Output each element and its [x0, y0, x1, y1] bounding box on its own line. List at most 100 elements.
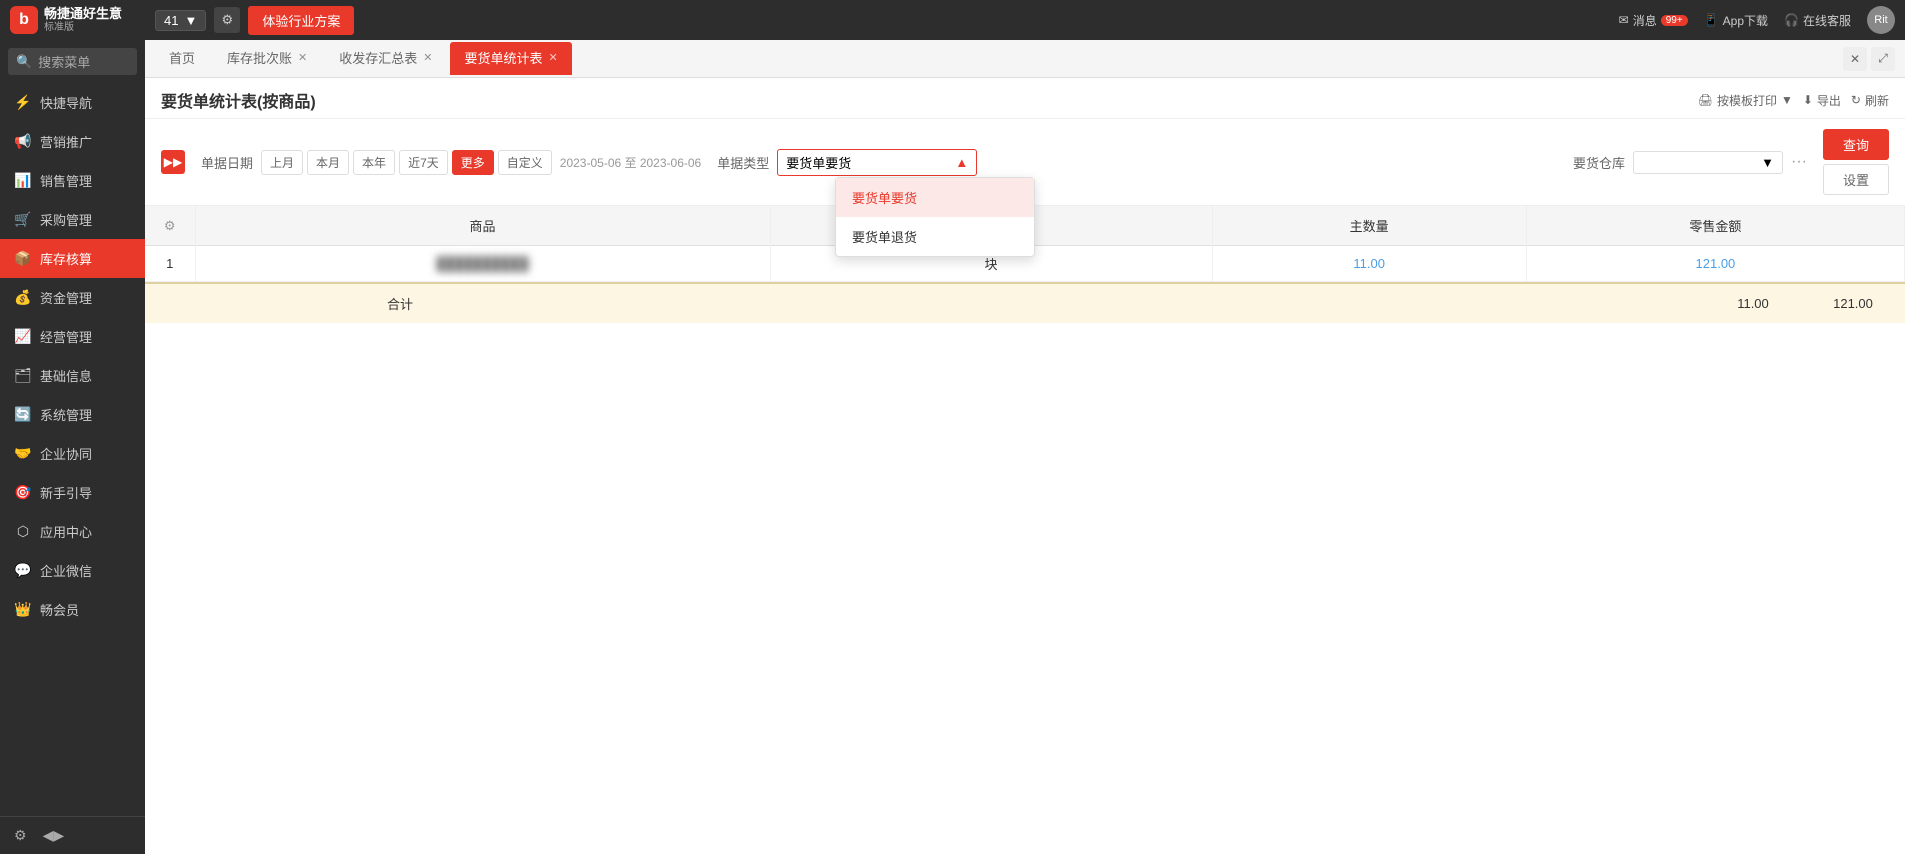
sidebar-item-label: 企业微信 [40, 561, 92, 580]
tab-receipt-summary[interactable]: 收发存汇总表 ✕ [325, 42, 446, 75]
sidebar-item-purchase[interactable]: 🛒 采购管理 [0, 200, 145, 239]
sidebar-item-label: 企业协同 [40, 444, 92, 463]
table-col-product: 商品 [195, 206, 770, 246]
expand-filter-button[interactable]: ▶▶ [161, 150, 185, 174]
settings-button[interactable]: ⚙ [214, 7, 240, 33]
marketing-icon: 📢 [14, 133, 32, 150]
sales-icon: 📊 [14, 172, 32, 189]
sidebar-item-label: 快捷导航 [40, 93, 92, 112]
top-header: b 畅捷通好生意 标准版 41 ▼ ⚙ 体验行业方案 ✉ 消息 99+ 📱 Ap… [0, 0, 1905, 40]
avatar[interactable]: Rit [1867, 6, 1895, 34]
export-icon: ⬇ [1803, 93, 1813, 107]
table-col-settings[interactable]: ⚙ [145, 206, 195, 246]
search-label: 搜索菜单 [38, 52, 90, 71]
top-center: 41 ▼ ⚙ 体验行业方案 [155, 6, 1619, 35]
footer-label: 合计 [157, 294, 413, 313]
refresh-icon: ↻ [1851, 93, 1861, 107]
chevron-down-icon: ▼ [1781, 93, 1793, 107]
sidebar-item-label: 采购管理 [40, 210, 92, 229]
type-dropdown: 要货单要货 要货单退货 [835, 177, 1035, 257]
sidebar-item-app-center[interactable]: ⬡ 应用中心 [0, 512, 145, 551]
search-icon: 🔍 [16, 54, 32, 70]
date-custom-label[interactable]: 自定义 [498, 150, 552, 175]
sidebar-item-basic-info[interactable]: 🗂 基础信息 [0, 356, 145, 395]
sidebar-item-label: 新手引导 [40, 483, 92, 502]
set-button[interactable]: 设置 [1823, 164, 1889, 195]
date-btn-more[interactable]: 更多 [452, 150, 494, 175]
tabs-controls: ✕ ⤢ [1843, 47, 1895, 71]
dropdown-item-1[interactable]: 要货单退货 [836, 217, 1034, 256]
sidebar-search-button[interactable]: 🔍 搜索菜单 [8, 48, 137, 75]
footer-amount: 121.00 [1813, 296, 1893, 311]
sidebar-item-enterprise[interactable]: 🤝 企业协同 [0, 434, 145, 473]
online-service-label: 在线客服 [1803, 12, 1851, 29]
date-range-text: 2023-05-06 至 2023-06-06 [560, 154, 701, 171]
type-select[interactable]: 要货单要货 ▲ [777, 149, 977, 176]
phone-icon: 📱 [1704, 13, 1719, 27]
sidebar-item-inventory[interactable]: 📦 库存核算 [0, 239, 145, 278]
refresh-button[interactable]: ↻ 刷新 [1851, 92, 1889, 109]
sidebar-item-label: 畅会员 [40, 600, 79, 619]
refresh-label: 刷新 [1865, 92, 1889, 109]
sidebar-item-label: 资金管理 [40, 288, 92, 307]
sidebar-item-sales[interactable]: 📊 销售管理 [0, 161, 145, 200]
sidebar-collapse-icon[interactable]: ◀▶ [43, 827, 65, 844]
page-title: 要货单统计表(按商品) [161, 88, 316, 112]
date-btn-last-month[interactable]: 上月 [261, 150, 303, 175]
tab-home-label: 首页 [169, 48, 195, 67]
row-seq: 1 [145, 246, 195, 282]
app-download-button[interactable]: 📱 App下载 [1704, 12, 1768, 29]
gear-icon: ⚙ [222, 12, 234, 28]
sidebar-item-quick-nav[interactable]: ⚡ 快捷导航 [0, 83, 145, 122]
export-button[interactable]: ⬇ 导出 [1803, 92, 1841, 109]
sidebar-item-marketing[interactable]: 📢 营销推广 [0, 122, 145, 161]
filter-bar: ▶▶ 单据日期 上月 本月 本年 近7天 更多 自定义 2023-05-06 至… [145, 119, 1905, 206]
dropdown-item-0[interactable]: 要货单要货 [836, 178, 1034, 217]
sidebar-item-wechat[interactable]: 💬 企业微信 [0, 551, 145, 590]
page-header: 要货单统计表(按商品) 🖨 按模板打印 ▼ ⬇ 导出 ↻ 刷新 [145, 78, 1905, 119]
warehouse-select[interactable]: ▼ [1633, 151, 1783, 174]
tab-order-summary-label: 要货单统计表 [464, 48, 542, 67]
sidebar-item-finance[interactable]: 💰 资金管理 [0, 278, 145, 317]
tab-order-summary-close[interactable]: ✕ [549, 51, 558, 64]
print-button[interactable]: 🖨 按模板打印 ▼ [1698, 92, 1793, 109]
tab-home[interactable]: 首页 [155, 42, 209, 75]
tab-close-all-button[interactable]: ✕ [1843, 47, 1867, 71]
more-filters-button[interactable]: ··· [1791, 153, 1807, 171]
tab-order-summary[interactable]: 要货单统计表 ✕ [450, 42, 571, 75]
warehouse-filter-group: 要货仓库 ▼ ··· [1573, 151, 1807, 174]
online-service-button[interactable]: 🎧 在线客服 [1784, 12, 1851, 29]
sidebar-item-member[interactable]: 👑 畅会员 [0, 590, 145, 629]
app-title: 畅捷通好生意 [44, 6, 122, 22]
tab-inventory-batch[interactable]: 库存批次账 ✕ [213, 42, 321, 75]
type-label: 单据类型 [717, 153, 769, 172]
date-btn-this-year[interactable]: 本年 [353, 150, 395, 175]
date-btn-this-month[interactable]: 本月 [307, 150, 349, 175]
row-product: ██████████ [195, 246, 770, 282]
quick-nav-icon: ⚡ [14, 94, 32, 111]
company-selector[interactable]: 41 ▼ [155, 10, 206, 31]
messages-button[interactable]: ✉ 消息 99+ [1619, 12, 1688, 29]
row-qty[interactable]: 11.00 [1212, 246, 1526, 282]
table-col-amount: 零售金额 [1526, 206, 1904, 246]
tab-expand-button[interactable]: ⤢ [1871, 47, 1895, 71]
sidebar-item-system[interactable]: 🔄 系统管理 [0, 395, 145, 434]
sidebar-item-label: 系统管理 [40, 405, 92, 424]
sidebar-item-label: 库存核算 [40, 249, 92, 268]
type-filter-group: 单据类型 要货单要货 ▲ [717, 149, 977, 176]
message-icon: ✉ [1619, 13, 1629, 27]
system-icon: 🔄 [14, 406, 32, 423]
sidebar-settings-icon[interactable]: ⚙ [14, 827, 27, 844]
sidebar: 🔍 搜索菜单 ⚡ 快捷导航 📢 营销推广 📊 销售管理 🛒 采购管理 📦 库存核… [0, 40, 145, 854]
chevron-down-icon: ▼ [1761, 155, 1774, 170]
date-btn-last-7[interactable]: 近7天 [399, 150, 448, 175]
sidebar-item-operations[interactable]: 📈 经营管理 [0, 317, 145, 356]
logo-icon: b [10, 6, 38, 34]
query-button[interactable]: 查询 [1823, 129, 1889, 160]
trial-button[interactable]: 体验行业方案 [248, 6, 354, 35]
sidebar-item-guide[interactable]: 🎯 新手引导 [0, 473, 145, 512]
tab-inventory-batch-close[interactable]: ✕ [298, 51, 307, 64]
export-label: 导出 [1817, 92, 1841, 109]
tab-receipt-summary-close[interactable]: ✕ [423, 51, 432, 64]
row-amount[interactable]: 121.00 [1526, 246, 1904, 282]
